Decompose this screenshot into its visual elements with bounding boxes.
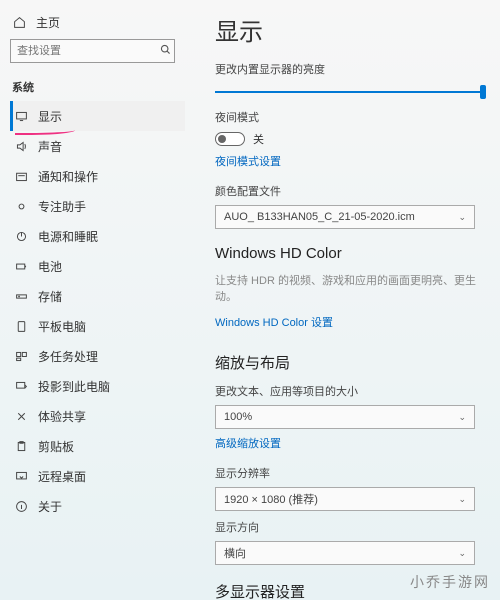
sidebar-item-about[interactable]: 关于 — [10, 491, 185, 521]
about-icon — [14, 500, 28, 513]
sidebar: 主页 系统 显示 声音 通知和操作 专注助手 电源和睡眠 电池 — [0, 0, 185, 600]
sidebar-item-tablet[interactable]: 平板电脑 — [10, 311, 185, 341]
search-input[interactable] — [10, 39, 175, 63]
sidebar-item-label: 显示 — [38, 108, 62, 125]
watermark: 小乔手游网 — [410, 572, 490, 592]
sidebar-item-clipboard[interactable]: 剪贴板 — [10, 431, 185, 461]
search-icon — [159, 43, 172, 59]
nightlight-settings-link[interactable]: 夜间模式设置 — [215, 153, 281, 169]
color-profile-label: 颜色配置文件 — [215, 183, 486, 199]
hdcolor-header: Windows HD Color — [215, 245, 486, 262]
sidebar-item-power[interactable]: 电源和睡眠 — [10, 221, 185, 251]
sound-icon — [14, 140, 28, 153]
battery-icon — [14, 260, 28, 273]
sidebar-item-label: 存储 — [38, 288, 62, 305]
orientation-value: 横向 — [224, 545, 246, 561]
nightlight-toggle[interactable] — [215, 132, 245, 146]
sidebar-item-label: 关于 — [38, 498, 62, 515]
chevron-down-icon: ⌄ — [458, 548, 466, 559]
display-icon — [14, 110, 28, 123]
search-field[interactable] — [17, 45, 159, 57]
sidebar-item-multitask[interactable]: 多任务处理 — [10, 341, 185, 371]
scale-advanced-link[interactable]: 高级缩放设置 — [215, 435, 281, 451]
sidebar-item-battery[interactable]: 电池 — [10, 251, 185, 281]
scale-value: 100% — [224, 411, 252, 423]
sidebar-item-storage[interactable]: 存储 — [10, 281, 185, 311]
focus-icon — [14, 200, 28, 213]
remote-icon — [14, 470, 28, 483]
home-button[interactable]: 主页 — [10, 10, 185, 39]
page-title: 显示 — [215, 12, 486, 47]
slider-track — [215, 91, 486, 93]
chevron-down-icon: ⌄ — [458, 412, 466, 423]
sidebar-item-label: 剪贴板 — [38, 438, 74, 455]
project-icon — [14, 380, 28, 393]
home-label: 主页 — [36, 14, 60, 31]
shared-icon — [14, 410, 28, 423]
sidebar-item-label: 通知和操作 — [38, 168, 98, 185]
sidebar-item-label: 多任务处理 — [38, 348, 98, 365]
scale-header: 缩放与布局 — [215, 352, 486, 373]
storage-icon — [14, 290, 28, 303]
section-header: 系统 — [10, 73, 185, 101]
notifications-icon — [14, 170, 28, 183]
slider-thumb[interactable] — [480, 85, 486, 99]
home-icon — [12, 16, 26, 29]
sidebar-item-remote[interactable]: 远程桌面 — [10, 461, 185, 491]
sidebar-item-project[interactable]: 投影到此电脑 — [10, 371, 185, 401]
power-icon — [14, 230, 28, 243]
sidebar-item-label: 平板电脑 — [38, 318, 86, 335]
sidebar-item-notifications[interactable]: 通知和操作 — [10, 161, 185, 191]
main-content: 显示 更改内置显示器的亮度 夜间模式 关 夜间模式设置 颜色配置文件 AUO_ … — [185, 0, 500, 600]
chevron-down-icon: ⌄ — [458, 212, 466, 223]
multitask-icon — [14, 350, 28, 363]
tablet-icon — [14, 320, 28, 333]
resolution-label: 显示分辨率 — [215, 465, 486, 481]
sidebar-item-label: 声音 — [38, 138, 62, 155]
resolution-select[interactable]: 1920 × 1080 (推荐) ⌄ — [215, 487, 475, 511]
hdcolor-link[interactable]: Windows HD Color 设置 — [215, 314, 333, 330]
sidebar-item-sound[interactable]: 声音 — [10, 131, 185, 161]
scale-select[interactable]: 100% ⌄ — [215, 405, 475, 429]
brightness-label: 更改内置显示器的亮度 — [215, 61, 486, 77]
sidebar-item-label: 电池 — [38, 258, 62, 275]
orientation-label: 显示方向 — [215, 519, 486, 535]
hdcolor-desc: 让支持 HDR 的视频、游戏和应用的画面更明亮、更生动。 — [215, 272, 486, 304]
sidebar-item-label: 专注助手 — [38, 198, 86, 215]
chevron-down-icon: ⌄ — [458, 494, 466, 505]
orientation-select[interactable]: 横向 ⌄ — [215, 541, 475, 565]
sidebar-item-label: 体验共享 — [38, 408, 86, 425]
nightlight-state: 关 — [253, 131, 264, 147]
sidebar-item-display[interactable]: 显示 — [10, 101, 185, 131]
sidebar-item-label: 电源和睡眠 — [38, 228, 98, 245]
brightness-slider[interactable] — [215, 83, 486, 101]
color-profile-value: AUO_ B133HAN05_C_21-05-2020.icm — [224, 211, 415, 223]
sidebar-item-label: 远程桌面 — [38, 468, 86, 485]
resolution-value: 1920 × 1080 (推荐) — [224, 491, 318, 507]
sidebar-item-label: 投影到此电脑 — [38, 378, 110, 395]
sidebar-item-shared[interactable]: 体验共享 — [10, 401, 185, 431]
scale-label: 更改文本、应用等项目的大小 — [215, 383, 486, 399]
color-profile-select[interactable]: AUO_ B133HAN05_C_21-05-2020.icm ⌄ — [215, 205, 475, 229]
sidebar-item-focus[interactable]: 专注助手 — [10, 191, 185, 221]
nightlight-label: 夜间模式 — [215, 109, 486, 125]
clipboard-icon — [14, 440, 28, 453]
